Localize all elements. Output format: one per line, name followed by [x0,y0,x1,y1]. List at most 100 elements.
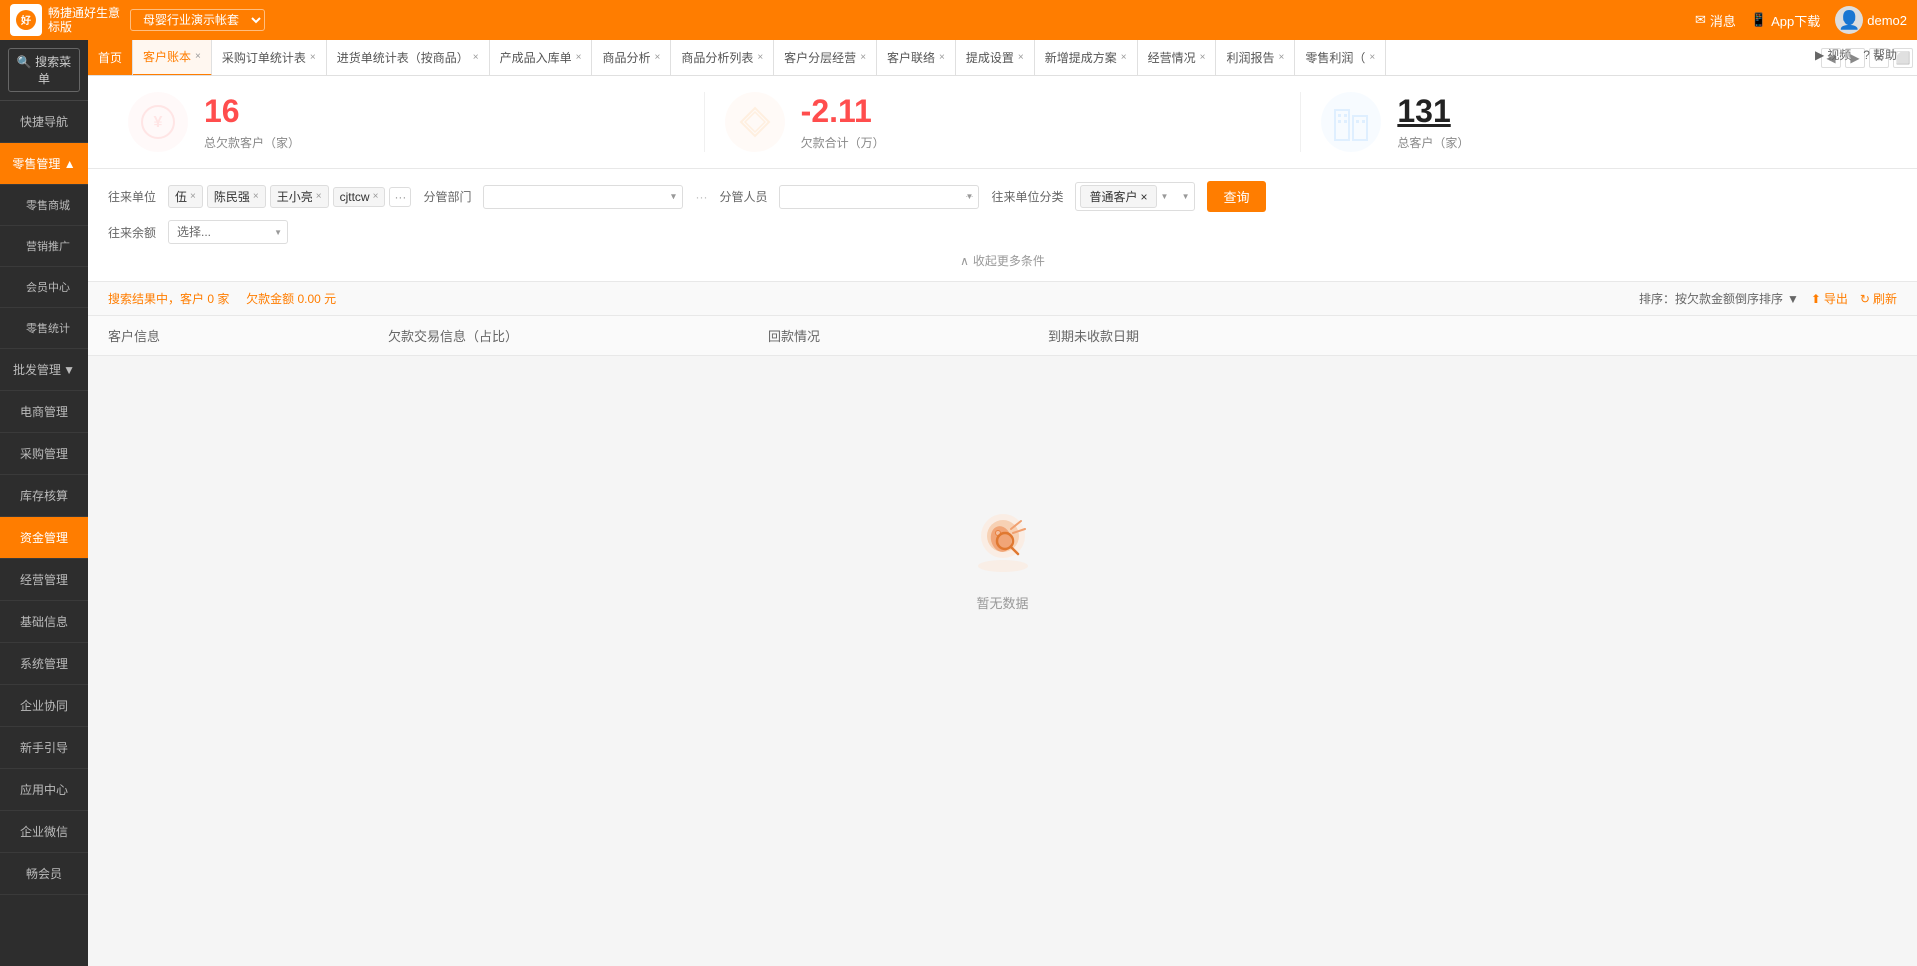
tab-stock-stats-product[interactable]: 进货单统计表（按商品） × [327,40,490,76]
sidebar-item-purchase-mgmt[interactable]: 采购管理 [0,433,88,475]
message-icon: ✉ [1695,12,1706,28]
user-avatar-btn[interactable]: 👤 demo2 [1835,6,1907,34]
message-btn[interactable]: ✉ 消息 [1695,11,1736,30]
tab-purchase-order-stats[interactable]: 采购订单统计表 × [212,40,327,76]
unit-class-select[interactable]: 普通客户 × ▼ [1075,182,1195,211]
sidebar-item-basic-info[interactable]: 基础信息 [0,601,88,643]
refresh-icon: ↻ [1860,292,1870,306]
tab-close-customer-segment[interactable]: × [860,52,866,63]
logo: 好 畅捷通好生意 标版 [10,4,120,36]
tab-customer-contact[interactable]: 客户联络 × [877,40,956,76]
sidebar-item-retail-mall[interactable]: 零售商城 [0,185,88,226]
collapse-btn[interactable]: ∧ 收起更多条件 [960,252,1045,269]
no-data-svg [963,501,1043,581]
top-bar-right: ✉ 消息 📱 App下载 👤 demo2 [1695,6,1907,34]
tab-product-analysis-list[interactable]: 商品分析列表 × [671,40,774,76]
table-header: 客户信息 欠款交易信息（占比） 回款情况 到期未收款日期 [88,316,1917,356]
sidebar-item-app-center[interactable]: 应用中心 [0,769,88,811]
industry-select[interactable]: 母婴行业演示帐套 [130,9,265,31]
filter-area: 往来单位 伍 × 陈民强 × 王小亮 [88,169,1917,282]
result-count: 0 [207,292,214,306]
unit-class-arrow: ▼ [1161,192,1169,201]
dept-input[interactable] [483,185,683,209]
sidebar-item-inventory-check[interactable]: 库存核算 [0,475,88,517]
sidebar-item-member-center[interactable]: 会员中心 [0,267,88,308]
sidebar-item-enterprise-collab[interactable]: 企业协同 [0,685,88,727]
tab-close-product-inbound[interactable]: × [576,52,582,63]
content-area: 首页 客户账本 × 采购订单统计表 × 进货单统计表（按商品） × 产成品入库单… [88,40,1917,966]
app-download-btn[interactable]: 📱 App下载 [1751,11,1820,30]
tab-close-product-analysis[interactable]: × [654,52,660,63]
sidebar-item-marketing[interactable]: 营销推广 [0,226,88,267]
sidebar-item-new-guide[interactable]: 新手引导 [0,727,88,769]
empty-state: 暂无数据 [963,441,1043,672]
person-select-wrap: ··· [779,185,979,209]
tag-close-chen[interactable]: × [253,191,259,202]
tab-close-new-promotion-plan[interactable]: × [1121,52,1127,63]
sidebar-item-system-mgmt[interactable]: 系统管理 [0,643,88,685]
tab-promotion-settings[interactable]: 提成设置 × [956,40,1035,76]
tag-close-wu[interactable]: × [190,191,196,202]
dept-more-btn[interactable]: ··· [695,190,707,204]
tag-close-cjttcw[interactable]: × [373,191,379,202]
avatar: 👤 [1835,6,1863,34]
sort-select[interactable]: 排序：按欠款金额倒序排序 ▼ [1639,290,1799,307]
balance-select[interactable]: 选择... [168,220,288,244]
stat-icon-total-customers [1321,92,1381,152]
tab-customer-segment[interactable]: 客户分层经营 × [774,40,877,76]
unit-tag-wang: 王小亮 × [270,185,329,208]
svg-text:¥: ¥ [154,114,163,131]
balance-label: 往来余额 [108,224,156,241]
refresh-btn[interactable]: ↻ 刷新 [1860,290,1897,307]
unit-tag-cjttcw: cjttcw × [333,187,386,207]
tab-close-profit-report[interactable]: × [1278,52,1284,63]
yuan-icon: ¥ [140,104,176,140]
tab-new-promotion-plan[interactable]: 新增提成方案 × [1035,40,1138,76]
unit-tags: 伍 × 陈民强 × 王小亮 × [168,185,411,208]
logo-icon: 好 [10,4,42,36]
sidebar-item-retail-stats[interactable]: 零售统计 [0,308,88,349]
tab-close-customer-contact[interactable]: × [939,52,945,63]
dept-label: 分管部门 [423,188,471,205]
tab-close-stock-stats-product[interactable]: × [473,52,479,63]
sidebar-item-ecommerce[interactable]: 电商管理 [0,391,88,433]
person-input[interactable] [779,185,979,209]
export-btn[interactable]: ⬆ 导出 [1811,290,1848,307]
debt-customers-number: 16 [204,93,300,130]
sidebar-item-retail-mgmt[interactable]: 零售管理 ▲ [0,143,88,185]
stat-card-total-customers: 131 总客户（家） [1301,92,1897,152]
stats-row: ▶ 视频 ? 帮助 ¥ [88,76,1917,169]
tab-customer-accounts[interactable]: 客户账本 × [133,40,212,76]
tab-business-status[interactable]: 经营情况 × [1138,40,1217,76]
tab-profit-report[interactable]: 利润报告 × [1216,40,1295,76]
tab-product-analysis[interactable]: 商品分析 × [592,40,671,76]
query-button[interactable]: 查询 [1207,181,1265,212]
search-result-bar: 搜索结果中，客户 0 家 欠款金额 0.00 元 排序：按欠款金额倒序排序 ▼ [88,282,1917,316]
tab-close-customer-accounts[interactable]: × [195,51,201,62]
empty-text: 暂无数据 [976,593,1028,612]
svg-text:好: 好 [20,14,31,27]
sidebar-item-wholesale-mgmt[interactable]: 批发管理 ▼ [0,349,88,391]
unit-class-wrap: 普通客户 × ▼ [1075,182,1195,211]
tab-home[interactable]: 首页 [88,40,133,76]
stat-card-debt-customers: ¥ 16 总欠款客户（家） [108,92,705,152]
tab-close-purchase-order-stats[interactable]: × [310,52,316,63]
tag-close-unit-class[interactable]: × [1141,190,1148,204]
search-result-info: 搜索结果中，客户 0 家 欠款金额 0.00 元 [108,290,336,307]
sidebar-item-vip-member[interactable]: 畅会员 [0,853,88,895]
tag-close-wang[interactable]: × [316,191,322,202]
filter-more-tags[interactable]: ··· [389,187,411,207]
sidebar-item-finance-mgmt[interactable]: 资金管理 [0,517,88,559]
sidebar-item-quick-nav[interactable]: 快捷导航 [0,101,88,143]
collapse-icon: ∧ [960,254,969,268]
tab-product-inbound[interactable]: 产成品入库单 × [490,40,593,76]
tab-close-product-analysis-list[interactable]: × [757,52,763,63]
sidebar-item-ops-mgmt[interactable]: 经营管理 [0,559,88,601]
search-menu-btn[interactable]: 🔍 搜索菜单 [8,48,80,92]
top-bar: 好 畅捷通好生意 标版 母婴行业演示帐套 ✉ 消息 📱 App下载 👤 [0,0,1917,40]
tab-close-retail-profit[interactable]: × [1369,52,1375,63]
tab-close-business-status[interactable]: × [1200,52,1206,63]
tab-retail-profit[interactable]: 零售利润（ × [1295,40,1386,76]
tab-close-promotion-settings[interactable]: × [1018,52,1024,63]
sidebar-item-enterprise-wechat[interactable]: 企业微信 [0,811,88,853]
